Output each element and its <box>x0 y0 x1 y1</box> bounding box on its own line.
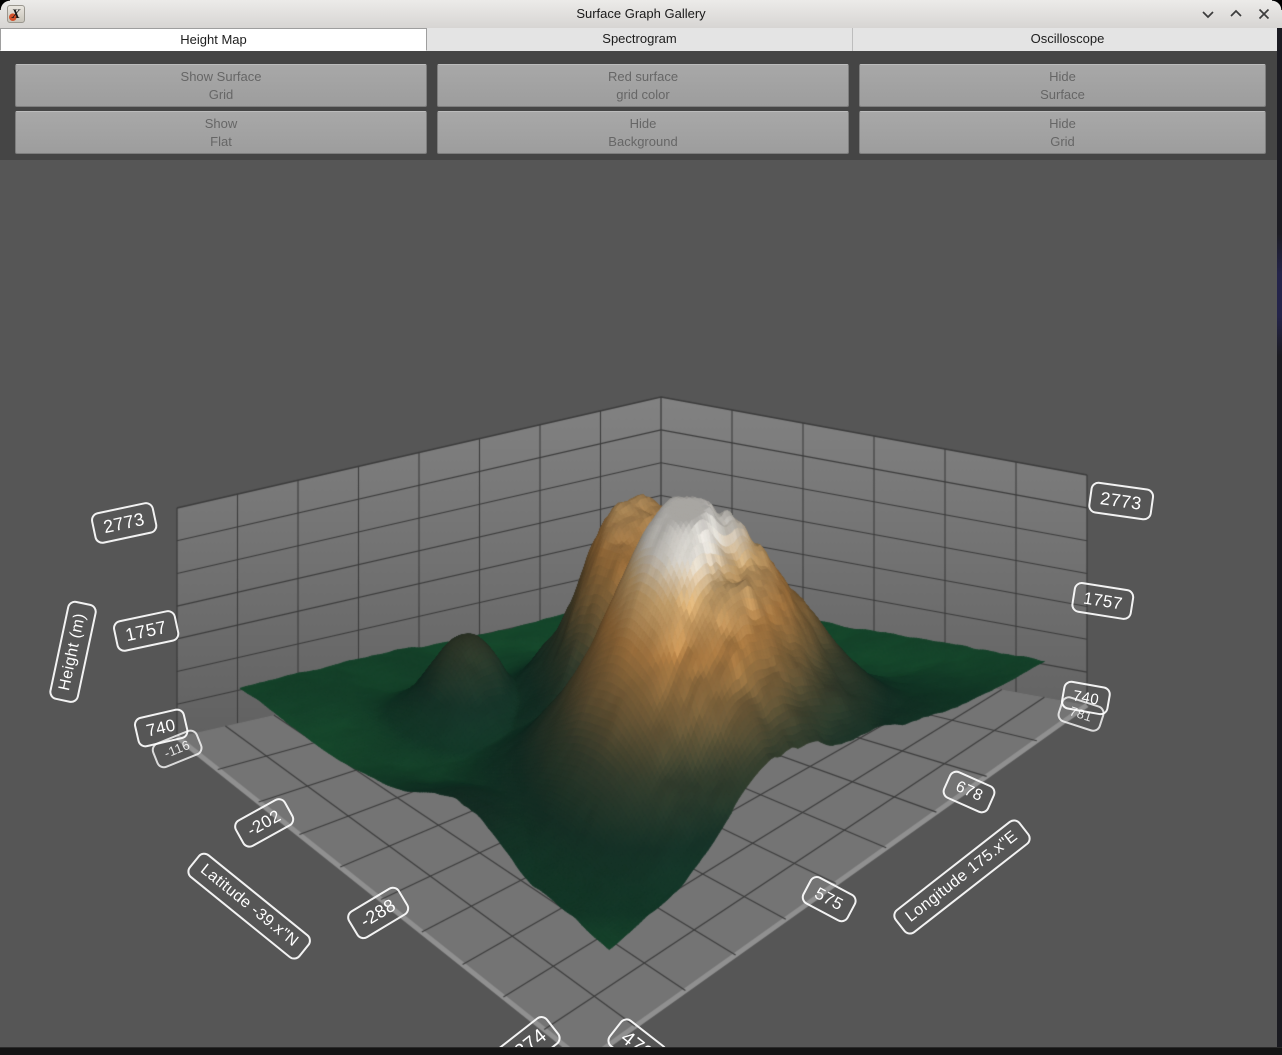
titlebar: X Surface Graph Gallery <box>0 0 1282 29</box>
hide-surface-button[interactable]: Hide Surface <box>859 64 1266 107</box>
maximize-button[interactable] <box>1228 6 1244 22</box>
toolbar: Show Surface Grid Red surface grid color… <box>0 51 1282 160</box>
hide-background-button[interactable]: Hide Background <box>437 111 849 154</box>
button-label: Show Surface <box>16 68 426 86</box>
window-bottom-border <box>0 1047 1282 1055</box>
red-surface-grid-color-button[interactable]: Red surface grid color <box>437 64 849 107</box>
button-label: Background <box>438 133 848 151</box>
chevron-down-icon <box>1200 6 1216 22</box>
close-icon <box>1256 6 1272 22</box>
window-corner <box>0 0 10 10</box>
minimize-button[interactable] <box>1200 6 1216 22</box>
button-label: Hide <box>438 115 848 133</box>
button-label: Hide <box>860 115 1265 133</box>
show-flat-button[interactable]: Show Flat <box>15 111 427 154</box>
button-label: Red surface <box>438 68 848 86</box>
show-surface-grid-button[interactable]: Show Surface Grid <box>15 64 427 107</box>
close-button[interactable] <box>1256 6 1272 22</box>
button-label: Show <box>16 115 426 133</box>
app-window: X Surface Graph Gallery Height Map Spect… <box>0 0 1282 1055</box>
button-label: Surface <box>860 86 1265 104</box>
tab-bar: Height Map Spectrogram Oscilloscope <box>0 28 1282 51</box>
button-label: Grid <box>16 86 426 104</box>
button-label: grid color <box>438 86 848 104</box>
tab-oscilloscope[interactable]: Oscilloscope <box>853 28 1282 51</box>
button-label: Flat <box>16 133 426 151</box>
tab-height-map[interactable]: Height Map <box>0 28 427 51</box>
chevron-up-icon <box>1228 6 1244 22</box>
hide-grid-button[interactable]: Hide Grid <box>859 111 1266 154</box>
window-corner <box>1272 0 1282 10</box>
button-label: Hide <box>860 68 1265 86</box>
window-right-border <box>1277 28 1282 1055</box>
button-label: Grid <box>860 133 1265 151</box>
surface-plot-area: 27731757-116740Height (m)-202-288-374Lat… <box>0 160 1277 1047</box>
tab-spectrogram[interactable]: Spectrogram <box>427 28 853 51</box>
window-title: Surface Graph Gallery <box>0 0 1282 28</box>
